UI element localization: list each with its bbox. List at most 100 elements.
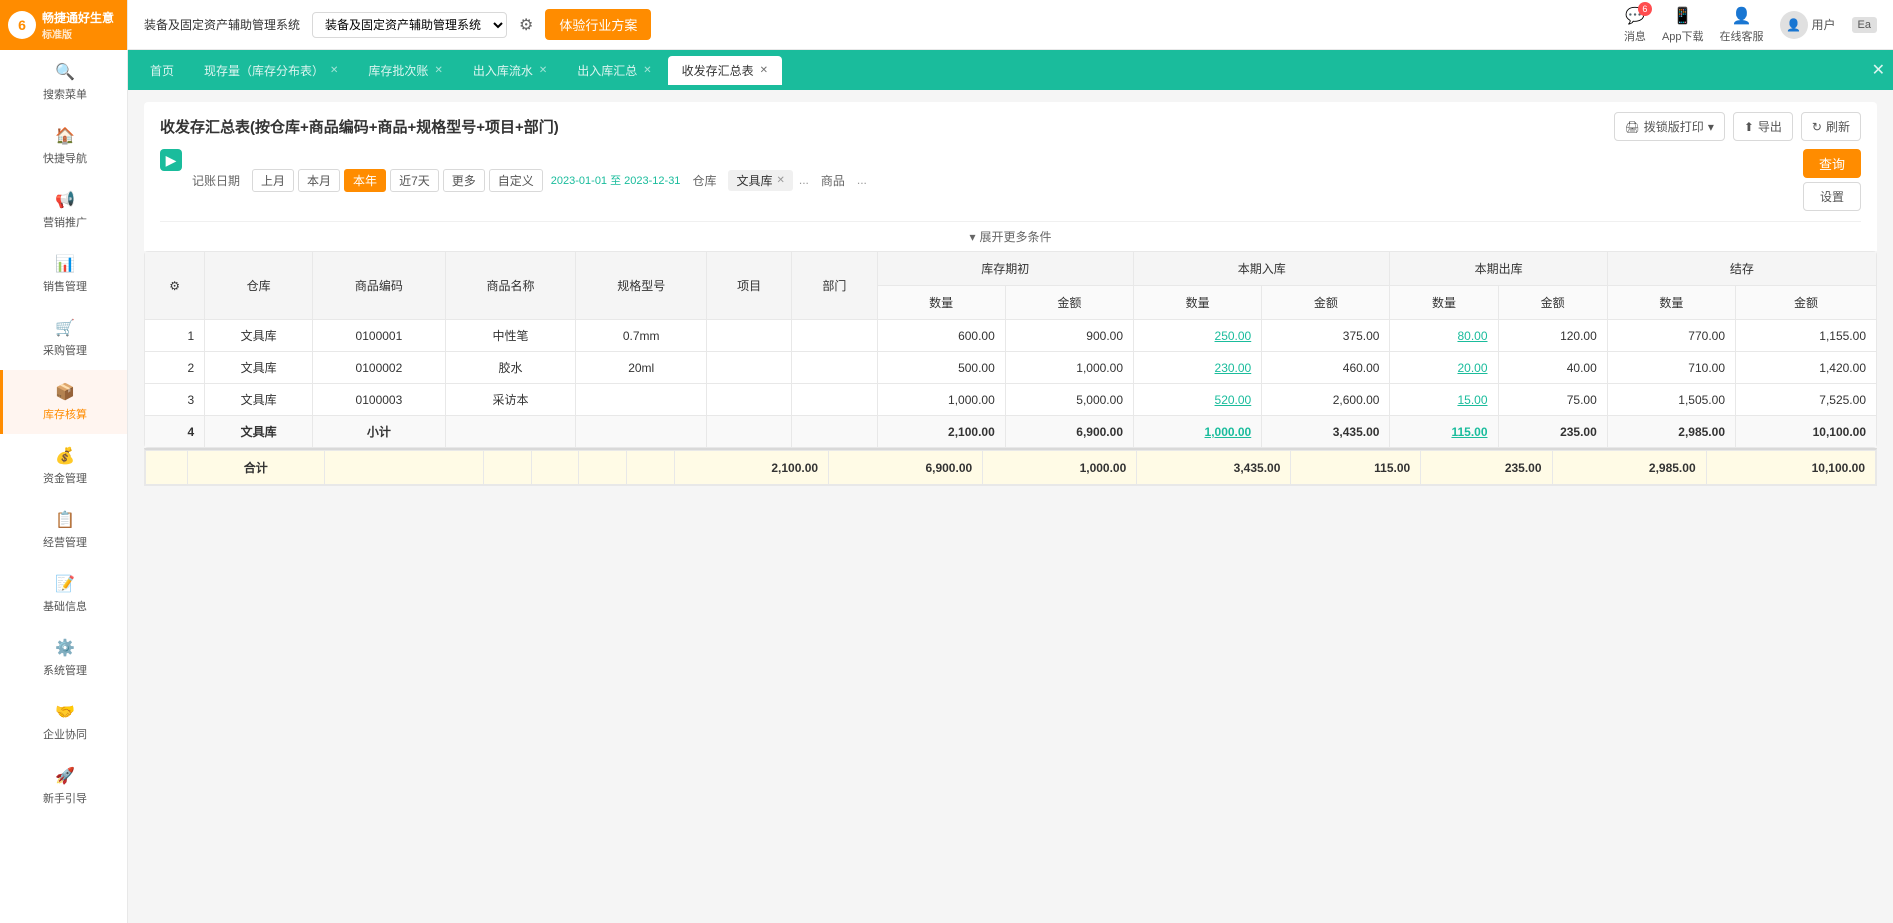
subtotal-open-amt: 6,900.00 xyxy=(1005,416,1133,448)
message-badge: 6 xyxy=(1638,2,1652,16)
filter-actions: 查询 设置 xyxy=(1803,149,1861,211)
filter-toggle-button[interactable]: ▶ xyxy=(160,149,182,171)
footer-label: 合计 xyxy=(188,451,325,485)
tab-home[interactable]: 首页 xyxy=(136,56,188,85)
warehouse-label: 仓库 xyxy=(692,172,716,189)
export-icon: ⬆ xyxy=(1744,120,1754,134)
date-label: 记账日期 xyxy=(192,172,240,189)
col-opening-group: 库存期初 xyxy=(877,252,1133,286)
tab-inventory-dist-close[interactable]: ✕ xyxy=(330,65,338,76)
col-closing-amt: 金额 xyxy=(1736,286,1877,320)
subtotal-empty4 xyxy=(792,416,877,448)
sidebar-item-finance[interactable]: 💰 资金管理 xyxy=(0,434,127,498)
col-in-qty: 数量 xyxy=(1134,286,1262,320)
purchase-icon: 🛒 xyxy=(55,318,75,338)
operations-icon: 📋 xyxy=(55,510,75,530)
date-btn-custom[interactable]: 自定义 xyxy=(489,169,543,192)
system-select[interactable]: 装备及固定资产辅助管理系统 xyxy=(312,12,507,38)
search-icon: 🔍 xyxy=(55,62,75,82)
sidebar-item-sales[interactable]: 📊 销售管理 xyxy=(0,242,127,306)
tab-in-out-summary[interactable]: 出入库汇总 ✕ xyxy=(563,56,665,85)
col-settings[interactable]: ⚙ xyxy=(145,252,205,320)
row1-out-qty[interactable]: 80.00 xyxy=(1390,320,1498,352)
tab-inventory-dist[interactable]: 现存量（库存分布表） ✕ xyxy=(190,56,352,85)
row2-in-qty[interactable]: 230.00 xyxy=(1134,352,1262,384)
product-more[interactable]: ... xyxy=(857,173,867,187)
print-button[interactable]: 🖨 拨锁版打印 ▾ xyxy=(1614,112,1725,141)
tab-in-out-flow-close[interactable]: ✕ xyxy=(539,65,547,76)
row3-out-qty[interactable]: 15.00 xyxy=(1390,384,1498,416)
warehouse-tag-close[interactable]: ✕ xyxy=(776,175,784,186)
tab-batch-accounts[interactable]: 库存批次账 ✕ xyxy=(354,56,456,85)
tab-receive-send[interactable]: 收发存汇总表 ✕ xyxy=(668,56,782,85)
sidebar-item-purchase[interactable]: 🛒 采购管理 xyxy=(0,306,127,370)
date-btn-last-month[interactable]: 上月 xyxy=(252,169,294,192)
subtotal-in-qty[interactable]: 1,000.00 xyxy=(1134,416,1262,448)
subtotal-out-qty[interactable]: 115.00 xyxy=(1390,416,1498,448)
message-button[interactable]: 💬 消息 6 xyxy=(1624,6,1646,44)
footer-empty4 xyxy=(531,451,579,485)
row3-no: 3 xyxy=(145,384,205,416)
sidebar-item-marketing[interactable]: 📢 营销推广 xyxy=(0,178,127,242)
tab-in-out-flow-label: 出入库流水 xyxy=(473,62,533,79)
close-all-tabs[interactable]: ✕ xyxy=(1872,60,1885,80)
date-btn-7days[interactable]: 近7天 xyxy=(390,169,439,192)
export-button[interactable]: ⬆ 导出 xyxy=(1733,112,1793,141)
refresh-button[interactable]: ↻ 刷新 xyxy=(1801,112,1861,141)
date-btn-more[interactable]: 更多 xyxy=(443,169,485,192)
guide-icon: 🚀 xyxy=(55,766,75,786)
app-download-button[interactable]: 📱 App下载 xyxy=(1662,6,1704,44)
topbar-actions: 💬 消息 6 📱 App下载 👤 在线客服 👤 用户 Ea xyxy=(1624,6,1877,44)
row1-in-qty[interactable]: 250.00 xyxy=(1134,320,1262,352)
finance-icon: 💰 xyxy=(55,446,75,466)
row2-open-amt: 1,000.00 xyxy=(1005,352,1133,384)
settings-icon: ⚙ xyxy=(169,279,180,293)
filter-content: 记账日期 上月 本月 本年 近7天 更多 自定义 2023-01-01 至 20… xyxy=(192,149,1861,211)
date-btn-this-month[interactable]: 本月 xyxy=(298,169,340,192)
query-button[interactable]: 查询 xyxy=(1803,149,1861,178)
settings-button[interactable]: 设置 xyxy=(1803,182,1861,211)
gear-icon[interactable]: ⚙ xyxy=(519,15,533,35)
tab-batch-accounts-close[interactable]: ✕ xyxy=(434,65,442,76)
sidebar-item-inventory[interactable]: 📦 库存核算 xyxy=(0,370,127,434)
tab-in-out-summary-close[interactable]: ✕ xyxy=(643,65,651,76)
row2-code: 0100002 xyxy=(313,352,446,384)
tab-receive-send-close[interactable]: ✕ xyxy=(760,65,768,76)
expand-more-button[interactable]: ▾ 展开更多条件 xyxy=(160,222,1861,251)
footer-row: 合计 2,100.00 6,900.00 1,000.00 3,435.00 1… xyxy=(146,451,1876,485)
marketing-icon: 📢 xyxy=(55,190,75,210)
sidebar-item-operations[interactable]: 📋 经营管理 xyxy=(0,498,127,562)
col-opening-qty: 数量 xyxy=(877,286,1005,320)
page-header-section: 收发存汇总表(按仓库+商品编码+商品+规格型号+项目+部门) 🖨 拨锁版打印 ▾… xyxy=(144,102,1877,251)
sidebar-item-basic[interactable]: 📝 基础信息 xyxy=(0,562,127,626)
date-range-display: 2023-01-01 至 2023-12-31 xyxy=(551,172,681,188)
print-icon: 🖨 xyxy=(1625,120,1640,134)
system-title: 装备及固定资产辅助管理系统 xyxy=(144,16,300,33)
user-menu[interactable]: 👤 用户 xyxy=(1780,11,1836,39)
topbar: 装备及固定资产辅助管理系统 装备及固定资产辅助管理系统 ⚙ 体验行业方案 💬 消… xyxy=(128,0,1893,50)
row3-spec xyxy=(576,384,707,416)
trial-button[interactable]: 体验行业方案 xyxy=(545,9,651,40)
row2-out-qty[interactable]: 20.00 xyxy=(1390,352,1498,384)
sidebar-item-enterprise[interactable]: 🤝 企业协同 xyxy=(0,690,127,754)
subtotal-empty3 xyxy=(707,416,792,448)
sidebar-item-guide[interactable]: 🚀 新手引导 xyxy=(0,754,127,818)
sidebar-item-search[interactable]: 🔍 搜索菜单 xyxy=(0,50,127,114)
footer-empty5 xyxy=(579,451,627,485)
product-filter: ... xyxy=(857,173,867,187)
footer-out-qty: 115.00 xyxy=(1291,451,1421,485)
warehouse-more[interactable]: ... xyxy=(799,173,809,187)
col-product-name: 商品名称 xyxy=(445,252,576,320)
row2-name: 胶水 xyxy=(445,352,576,384)
subtotal-label: 小计 xyxy=(313,416,446,448)
subtotal-close-qty: 2,985.00 xyxy=(1607,416,1735,448)
row3-in-qty[interactable]: 520.00 xyxy=(1134,384,1262,416)
online-service-button[interactable]: 👤 在线客服 xyxy=(1720,6,1764,44)
tab-in-out-flow[interactable]: 出入库流水 ✕ xyxy=(459,56,561,85)
sidebar-item-system[interactable]: ⚙️ 系统管理 xyxy=(0,626,127,690)
sidebar-item-quicknav[interactable]: 🏠 快捷导航 xyxy=(0,114,127,178)
tab-in-out-summary-label: 出入库汇总 xyxy=(577,62,637,79)
date-btn-this-year[interactable]: 本年 xyxy=(344,169,386,192)
col-project: 项目 xyxy=(707,252,792,320)
data-table: ⚙ 仓库 商品编码 商品名称 规格型号 项目 部门 库存期初 本期入库 本期出库… xyxy=(144,251,1877,448)
